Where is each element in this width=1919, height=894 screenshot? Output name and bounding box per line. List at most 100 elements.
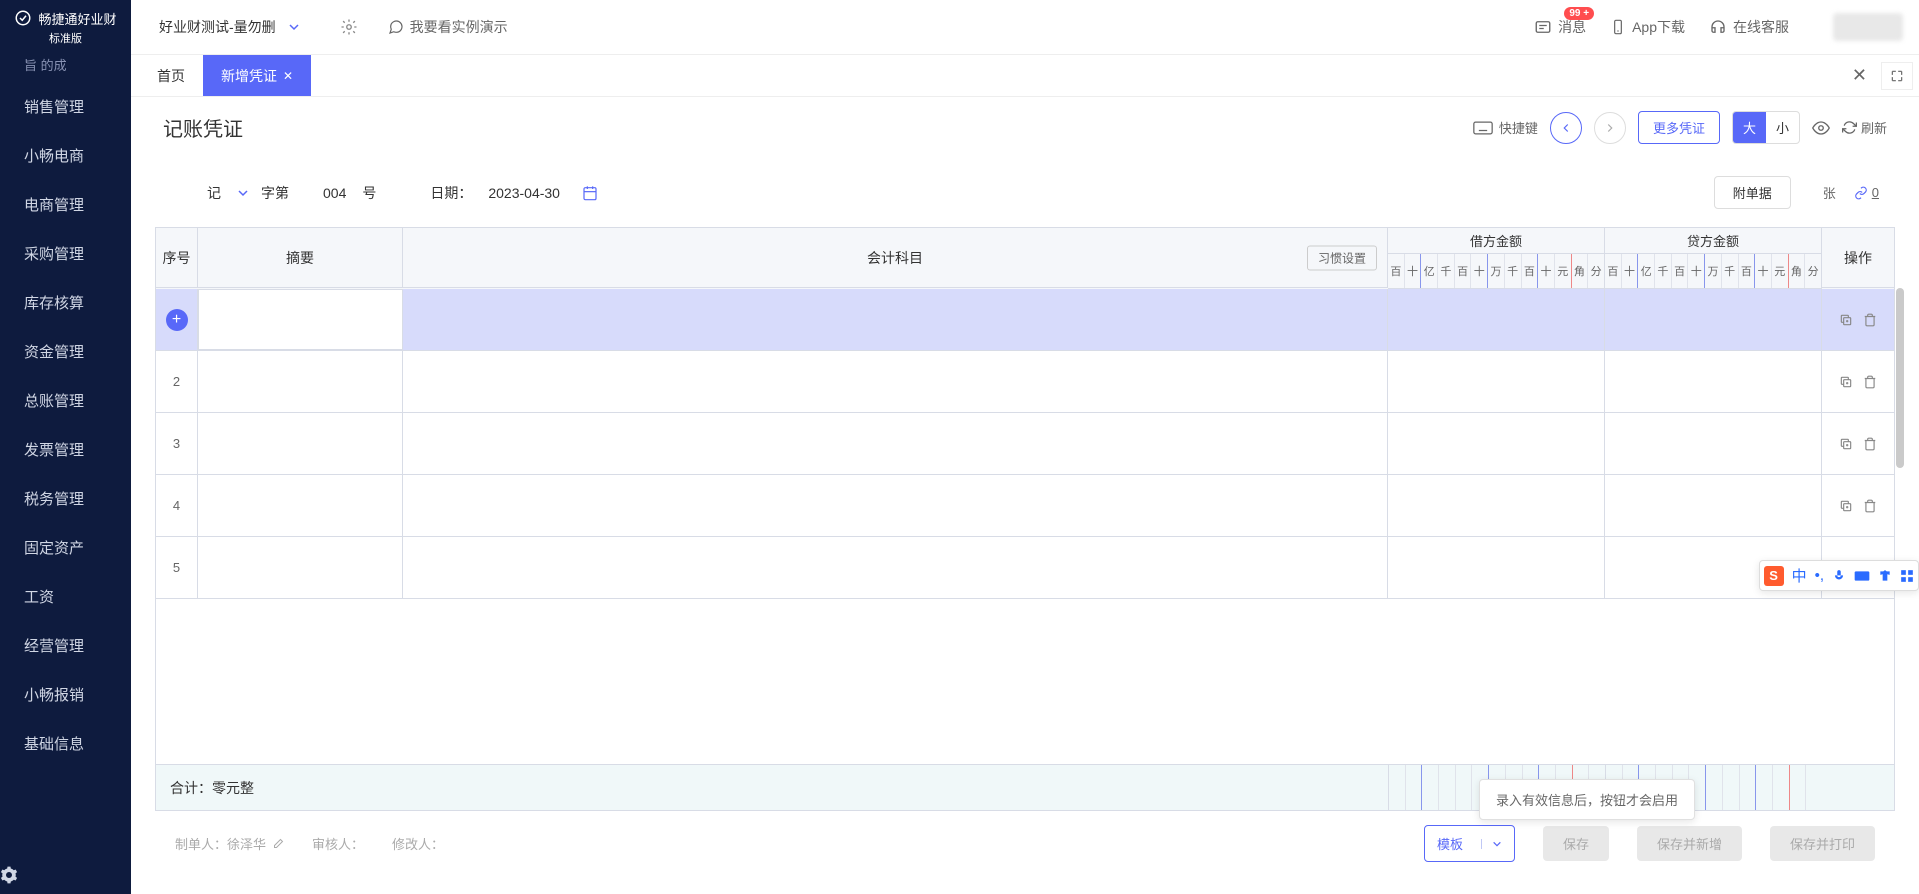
- table-row[interactable]: 4: [156, 475, 1894, 537]
- more-voucher-button[interactable]: 更多凭证: [1638, 111, 1720, 144]
- cell-credit[interactable]: [1605, 289, 1822, 350]
- cell-subject[interactable]: [403, 351, 1388, 412]
- message-icon: [1534, 18, 1552, 36]
- sidebar-item-reimburse[interactable]: 小畅报销: [0, 670, 131, 719]
- attach-document-button[interactable]: 附单据: [1714, 176, 1791, 209]
- table-row[interactable]: 5: [156, 537, 1894, 599]
- voucher-type[interactable]: 记: [203, 181, 225, 205]
- sidebar-item-sales[interactable]: 销售管理: [0, 82, 131, 131]
- cell-debit[interactable]: [1388, 413, 1605, 474]
- table-row[interactable]: 2: [156, 351, 1894, 413]
- org-settings-button[interactable]: [340, 18, 358, 36]
- copy-row-button[interactable]: [1839, 313, 1853, 327]
- calendar-button[interactable]: [582, 185, 598, 201]
- cell-summary[interactable]: [198, 351, 403, 412]
- sidebar-item-base-info[interactable]: 基础信息: [0, 719, 131, 768]
- messages-button[interactable]: 消息 99 +: [1534, 17, 1586, 37]
- voucher-date[interactable]: 2023-04-30: [484, 183, 564, 203]
- size-small-button[interactable]: 小: [1766, 112, 1799, 143]
- tab-new-voucher[interactable]: 新增凭证 ✕: [203, 55, 311, 96]
- copy-row-button[interactable]: [1839, 499, 1853, 513]
- sidebar-item-fixed-assets[interactable]: 固定资产: [0, 523, 131, 572]
- voucher-number[interactable]: 004: [319, 183, 350, 203]
- next-voucher-button[interactable]: [1594, 112, 1626, 144]
- headset-icon: [1709, 18, 1727, 36]
- cell-summary[interactable]: [198, 475, 403, 536]
- digit-label: 十: [1405, 254, 1422, 288]
- preview-button[interactable]: [1812, 119, 1830, 137]
- cell-credit[interactable]: [1605, 413, 1822, 474]
- ime-menu-icon[interactable]: [1900, 569, 1914, 583]
- sidebar-item-purchase[interactable]: 采购管理: [0, 229, 131, 278]
- cell-debit[interactable]: [1388, 537, 1605, 598]
- prev-voucher-button[interactable]: [1550, 112, 1582, 144]
- refresh-button[interactable]: 刷新: [1842, 118, 1887, 137]
- ime-skin-icon[interactable]: [1878, 569, 1892, 583]
- cell-seq: +: [156, 289, 198, 350]
- sidebar-settings-button[interactable]: [0, 856, 131, 894]
- digit-label: 亿: [1638, 254, 1655, 288]
- sidebar-item-salary[interactable]: 工资: [0, 572, 131, 621]
- demo-link[interactable]: 我要看实例演示: [388, 17, 508, 37]
- sidebar-item-inventory[interactable]: 库存核算: [0, 278, 131, 327]
- tab-home[interactable]: 首页: [139, 55, 203, 96]
- th-subject: 会计科目 习惯设置: [403, 228, 1388, 288]
- ime-lang-icon[interactable]: 中: [1792, 565, 1807, 586]
- ime-keyboard-icon[interactable]: [1854, 570, 1870, 582]
- cell-debit[interactable]: [1388, 475, 1605, 536]
- chevron-down-icon[interactable]: [237, 187, 249, 199]
- digit-label: 亿: [1421, 254, 1438, 288]
- online-service-button[interactable]: 在线客服: [1709, 17, 1789, 37]
- cell-credit[interactable]: [1605, 475, 1822, 536]
- delete-row-button[interactable]: [1863, 375, 1877, 389]
- delete-row-button[interactable]: [1863, 499, 1877, 513]
- digit-label: 十: [1688, 254, 1705, 288]
- sidebar-item-invoice[interactable]: 发票管理: [0, 425, 131, 474]
- delete-row-button[interactable]: [1863, 313, 1877, 327]
- cell-subject[interactable]: [403, 413, 1388, 474]
- ime-mic-icon[interactable]: [1832, 569, 1846, 583]
- app-download-button[interactable]: App下载: [1610, 17, 1685, 37]
- copy-row-button[interactable]: [1839, 375, 1853, 389]
- cell-subject[interactable]: [403, 475, 1388, 536]
- sidebar-item-xiaochang-ec[interactable]: 小畅电商: [0, 131, 131, 180]
- table-row[interactable]: +: [156, 289, 1894, 351]
- add-row-button[interactable]: +: [166, 309, 188, 331]
- cell-summary[interactable]: [198, 289, 403, 350]
- table-row[interactable]: 3: [156, 413, 1894, 475]
- ime-punct-icon[interactable]: •,: [1815, 567, 1824, 584]
- sidebar-item-tax[interactable]: 税务管理: [0, 474, 131, 523]
- cell-credit[interactable]: [1605, 351, 1822, 412]
- th-credit-group: 贷方金额 百十亿千百十万千百十元角分: [1605, 228, 1822, 289]
- auditor-info: 审核人：: [312, 834, 364, 853]
- save-tooltip: 录入有效信息后，按钮才会启用: [1479, 779, 1695, 820]
- sidebar-item-ledger[interactable]: 总账管理: [0, 376, 131, 425]
- size-large-button[interactable]: 大: [1733, 112, 1766, 143]
- shortcut-button[interactable]: 快捷键: [1473, 118, 1538, 137]
- edit-icon[interactable]: [272, 838, 284, 850]
- fullscreen-button[interactable]: [1881, 62, 1913, 90]
- ime-toolbar[interactable]: S 中 •,: [1759, 560, 1919, 591]
- cell-subject[interactable]: [403, 289, 1388, 350]
- summary-input[interactable]: [199, 290, 402, 349]
- link-icon[interactable]: [1854, 186, 1868, 200]
- cell-debit[interactable]: [1388, 351, 1605, 412]
- sidebar-item-funds[interactable]: 资金管理: [0, 327, 131, 376]
- scrollbar[interactable]: [1896, 288, 1904, 468]
- cell-summary[interactable]: [198, 413, 403, 474]
- org-selector[interactable]: 好业财测试-量勿删: [131, 17, 328, 37]
- sidebar-item-cutoff[interactable]: 旨 的成: [0, 55, 131, 82]
- template-button[interactable]: 模板: [1424, 825, 1515, 862]
- digit-label: 分: [1805, 254, 1821, 288]
- cell-subject[interactable]: [403, 537, 1388, 598]
- cell-debit[interactable]: [1388, 289, 1605, 350]
- cell-summary[interactable]: [198, 537, 403, 598]
- sidebar-item-ecommerce[interactable]: 电商管理: [0, 180, 131, 229]
- user-avatar[interactable]: [1833, 13, 1903, 41]
- close-all-tabs-button[interactable]: ✕: [1844, 61, 1875, 90]
- tab-close-icon[interactable]: ✕: [283, 69, 293, 83]
- habit-settings-button[interactable]: 习惯设置: [1307, 245, 1377, 270]
- sidebar-item-operation[interactable]: 经营管理: [0, 621, 131, 670]
- copy-row-button[interactable]: [1839, 437, 1853, 451]
- delete-row-button[interactable]: [1863, 437, 1877, 451]
